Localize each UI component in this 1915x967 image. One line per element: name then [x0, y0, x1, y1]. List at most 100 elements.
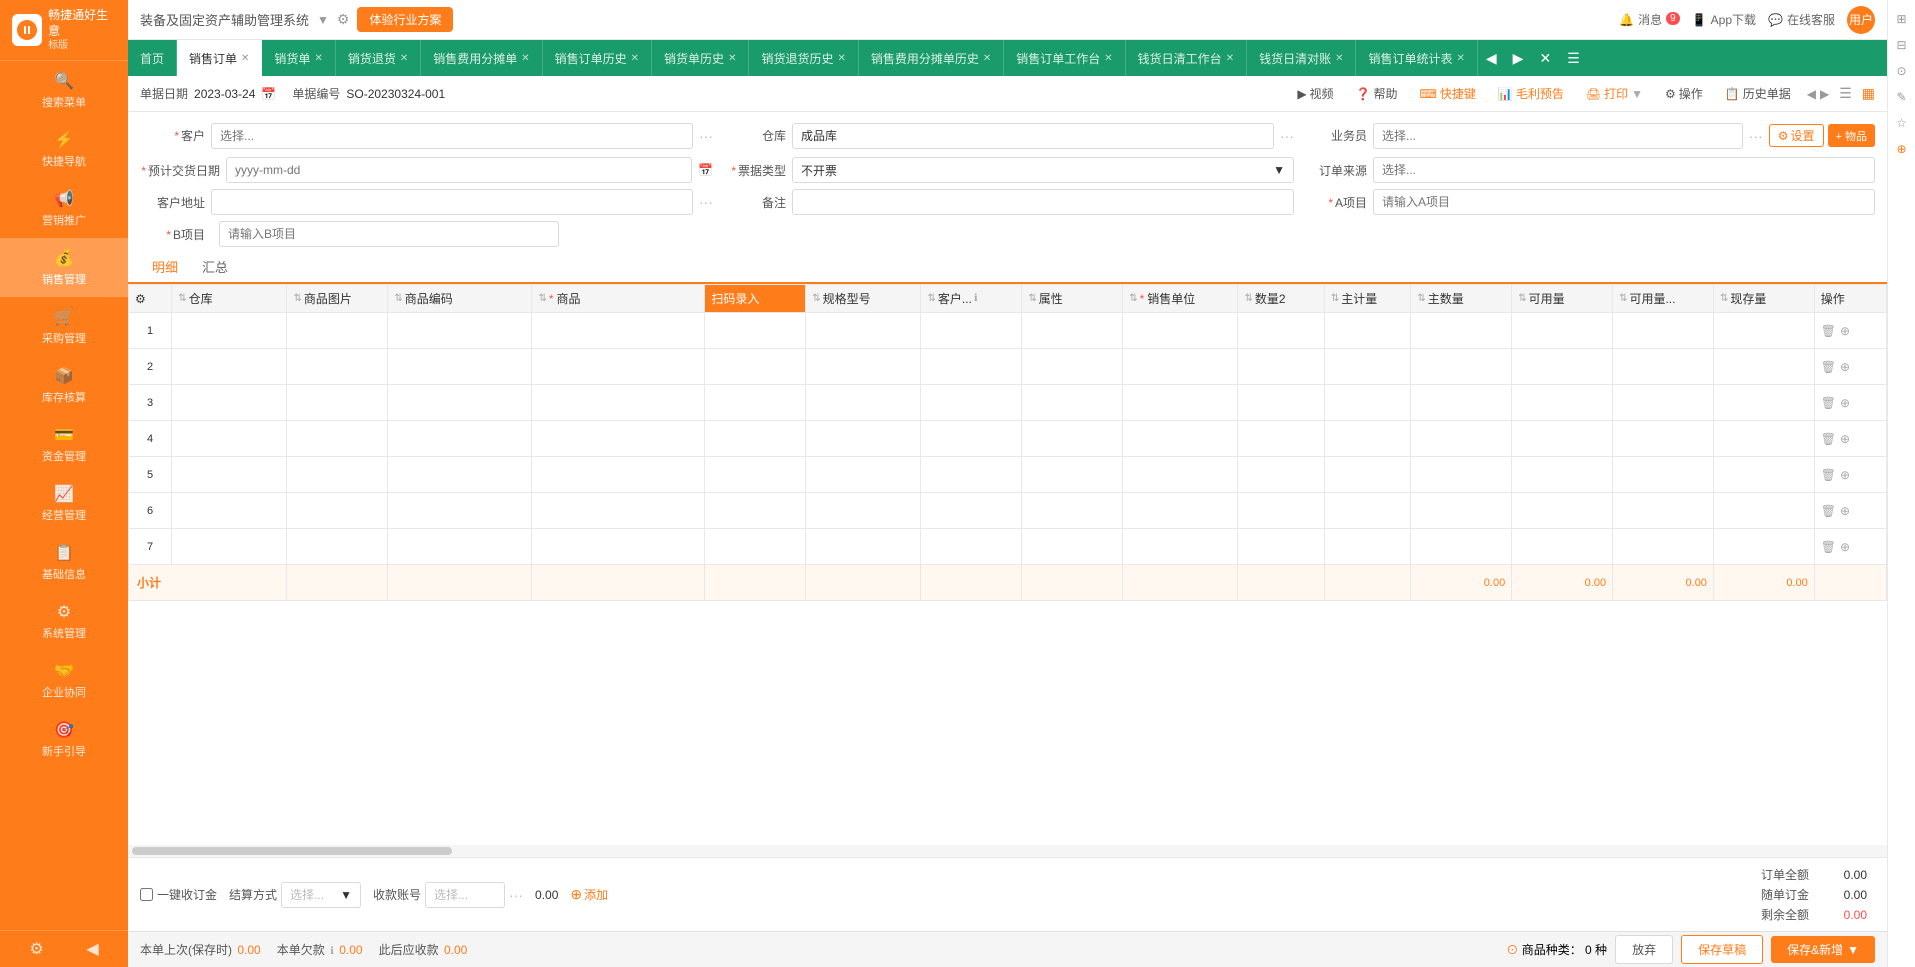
- calendar-icon[interactable]: 📅: [261, 87, 276, 101]
- payment-method-select[interactable]: 选择... ▼: [281, 882, 361, 908]
- col-sort-icon[interactable]: ⇅: [1417, 293, 1425, 304]
- delete-icon[interactable]: 🗑: [1821, 504, 1836, 518]
- copy-row-icon[interactable]: ⊕: [1840, 324, 1850, 338]
- one-click-input[interactable]: [140, 888, 153, 901]
- table-cell[interactable]: [806, 349, 921, 385]
- table-cell[interactable]: [532, 385, 705, 421]
- tab-detail[interactable]: 明细: [140, 251, 190, 284]
- table-cell[interactable]: [1411, 529, 1512, 565]
- table-cell[interactable]: [287, 529, 388, 565]
- table-cell[interactable]: [1713, 385, 1814, 421]
- table-cell[interactable]: [172, 421, 287, 457]
- table-cell[interactable]: [1022, 313, 1123, 349]
- table-cell[interactable]: [532, 421, 705, 457]
- tab-invoice-history[interactable]: 销货单历史 ✕: [652, 40, 749, 76]
- address-expand-icon[interactable]: ···: [699, 194, 713, 210]
- table-cell[interactable]: [1411, 421, 1512, 457]
- col-sort-icon[interactable]: ⇅: [1331, 293, 1339, 304]
- save-dropdown-icon[interactable]: ▼: [1847, 943, 1859, 957]
- table-cell[interactable]: [1613, 349, 1714, 385]
- table-cell[interactable]: [1022, 457, 1123, 493]
- tab-close-icon[interactable]: ✕: [837, 53, 845, 64]
- sidebar-item-guide[interactable]: 🎯 新手引导: [0, 710, 128, 769]
- column-settings-icon[interactable]: ⚙: [135, 292, 146, 306]
- table-cell[interactable]: [1238, 313, 1324, 349]
- col-sort-icon[interactable]: ⇅: [1028, 293, 1036, 304]
- delete-icon[interactable]: 🗑: [1821, 324, 1836, 338]
- settings-icon[interactable]: ⚙: [337, 11, 350, 28]
- industry-button[interactable]: 体验行业方案: [357, 7, 453, 32]
- table-cell[interactable]: [172, 493, 287, 529]
- table-cell[interactable]: [1713, 313, 1814, 349]
- right-sidebar-btn-5[interactable]: ☆: [1891, 112, 1913, 134]
- table-cell[interactable]: [1324, 493, 1410, 529]
- table-row[interactable]: 4🗑⊕: [129, 421, 1887, 457]
- video-help-btn[interactable]: ▶ 视频: [1291, 82, 1339, 105]
- table-cell[interactable]: [1022, 421, 1123, 457]
- table-cell[interactable]: [1613, 385, 1714, 421]
- print-dropdown-icon[interactable]: ▼: [1631, 87, 1643, 101]
- tab-close-icon[interactable]: ✕: [1457, 53, 1465, 64]
- col-sort-icon[interactable]: ⇅: [812, 293, 820, 304]
- view-toggle-list-icon[interactable]: ☰: [1839, 85, 1852, 102]
- table-cell[interactable]: [1713, 349, 1814, 385]
- table-cell[interactable]: [1022, 385, 1123, 421]
- table-cell[interactable]: [172, 457, 287, 493]
- right-sidebar-btn-3[interactable]: ⊙: [1891, 60, 1913, 82]
- copy-row-icon[interactable]: ⊕: [1840, 540, 1850, 554]
- table-cell[interactable]: [172, 313, 287, 349]
- tab-sales-history[interactable]: 销售订单历史 ✕: [543, 40, 652, 76]
- tab-close-icon[interactable]: ✕: [1335, 53, 1343, 64]
- delete-icon[interactable]: 🗑: [1821, 468, 1836, 482]
- right-sidebar-btn-1[interactable]: ⊞: [1891, 8, 1913, 30]
- delivery-calendar-icon[interactable]: 📅: [698, 163, 713, 177]
- help-btn[interactable]: ❓ 帮助: [1350, 82, 1404, 105]
- table-cell[interactable]: [1613, 529, 1714, 565]
- tab-workbench[interactable]: 销售订单工作台 ✕: [1004, 40, 1125, 76]
- tab-close-icon[interactable]: ✕: [241, 53, 249, 64]
- staff-input[interactable]: [1373, 123, 1743, 149]
- save-new-button[interactable]: 保存&新增 ▼: [1771, 936, 1875, 963]
- table-cell[interactable]: [1512, 421, 1613, 457]
- table-cell[interactable]: [806, 421, 921, 457]
- table-row[interactable]: 7🗑⊕: [129, 529, 1887, 565]
- sidebar-item-finance[interactable]: 💳 资金管理: [0, 415, 128, 474]
- table-cell[interactable]: [1123, 349, 1238, 385]
- table-cell[interactable]: [388, 421, 532, 457]
- customer-expand-icon[interactable]: ···: [699, 128, 713, 144]
- table-cell[interactable]: [1238, 349, 1324, 385]
- operation-btn[interactable]: ⚙ 操作: [1659, 82, 1709, 105]
- delivery-input[interactable]: [226, 157, 692, 183]
- tab-sales-invoice[interactable]: 销货单 ✕: [262, 40, 335, 76]
- table-cell[interactable]: [921, 529, 1022, 565]
- col-sort-icon[interactable]: ⇅: [1244, 293, 1252, 304]
- staff-expand-icon[interactable]: ···: [1749, 128, 1763, 144]
- user-avatar[interactable]: 用户: [1847, 6, 1875, 34]
- table-cell[interactable]: [705, 529, 806, 565]
- table-cell[interactable]: [1613, 313, 1714, 349]
- tab-close-all-btn[interactable]: ✕: [1531, 40, 1559, 76]
- table-cell[interactable]: [1238, 457, 1324, 493]
- table-cell[interactable]: [1411, 493, 1512, 529]
- col-sort-icon[interactable]: ⇅: [1720, 293, 1728, 304]
- tab-close-icon[interactable]: ✕: [631, 53, 639, 64]
- table-cell[interactable]: [705, 493, 806, 529]
- tab-more-btn[interactable]: ☰: [1559, 40, 1588, 76]
- table-cell[interactable]: [388, 349, 532, 385]
- history-btn[interactable]: 📋 历史单据: [1719, 82, 1797, 105]
- table-cell[interactable]: [1123, 385, 1238, 421]
- table-cell[interactable]: [705, 421, 806, 457]
- table-cell[interactable]: [806, 457, 921, 493]
- prev-record-icon[interactable]: ◀: [1807, 87, 1816, 101]
- table-cell[interactable]: [705, 313, 806, 349]
- table-cell[interactable]: [532, 457, 705, 493]
- sidebar-item-operations[interactable]: 📈 经营管理: [0, 474, 128, 533]
- table-cell[interactable]: [1324, 349, 1410, 385]
- table-cell[interactable]: [1713, 493, 1814, 529]
- table-cell[interactable]: [1022, 529, 1123, 565]
- col-settings[interactable]: ⚙: [129, 285, 172, 313]
- table-cell[interactable]: [1713, 529, 1814, 565]
- add-payment-btn[interactable]: ⊕ 添加: [570, 886, 608, 903]
- table-cell[interactable]: [1324, 421, 1410, 457]
- tab-close-icon[interactable]: ✕: [314, 53, 322, 64]
